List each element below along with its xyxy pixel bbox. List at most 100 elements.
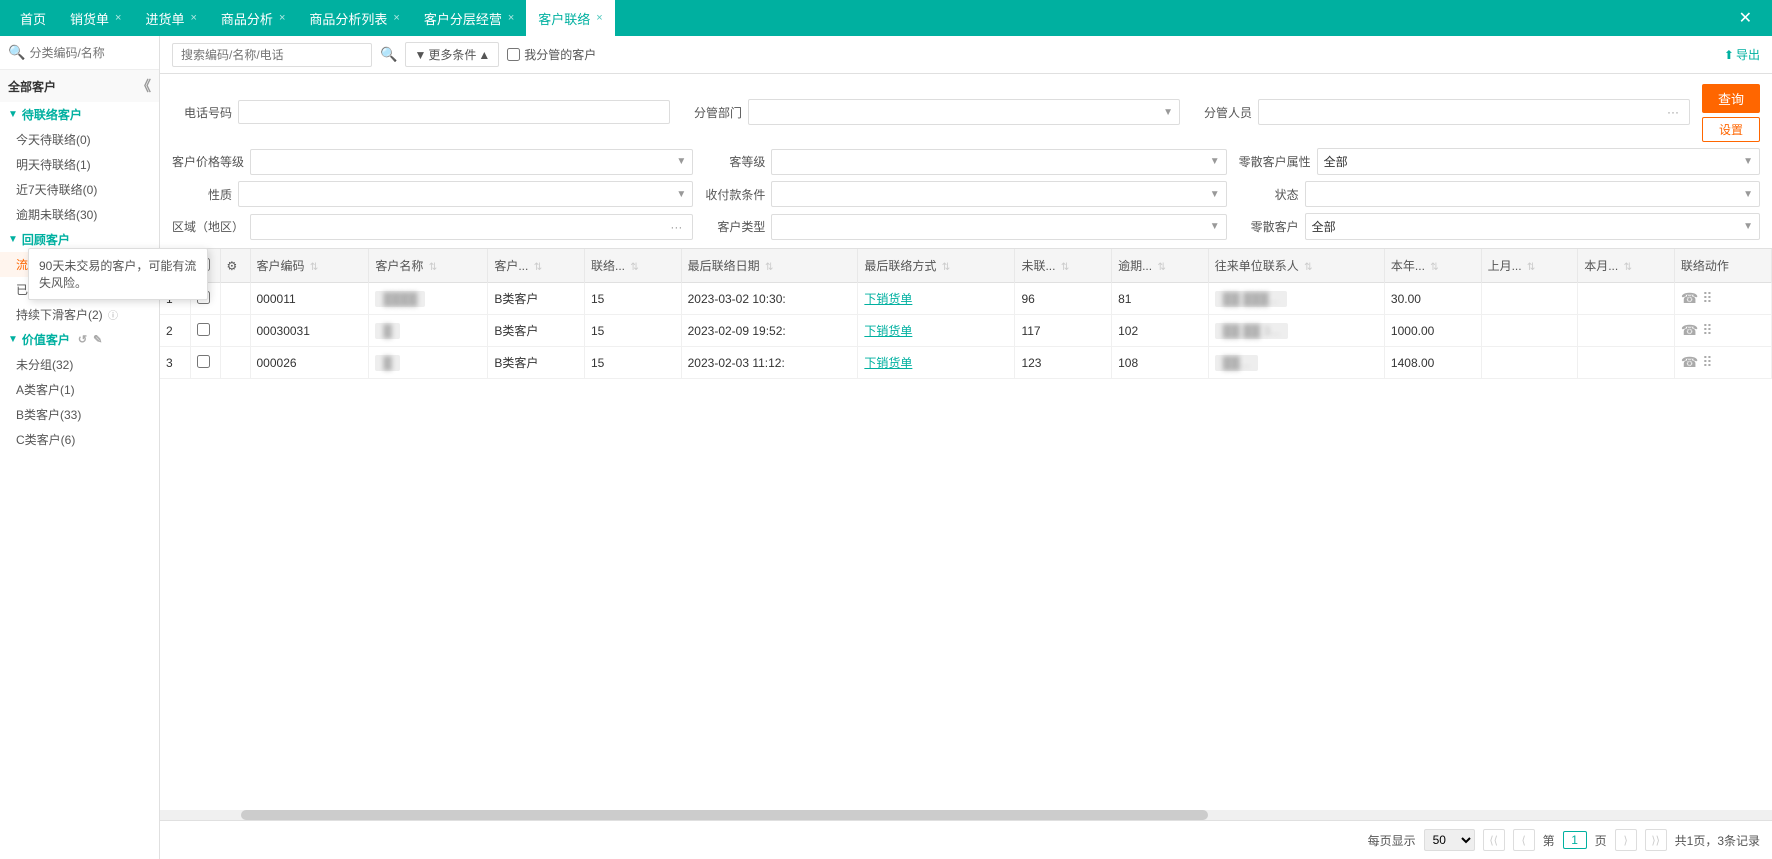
row-checkbox[interactable]: [197, 323, 210, 336]
th-last-contact-date[interactable]: 最后联络日期 ⇅: [681, 249, 858, 283]
sidebar-section-pending[interactable]: ▼ 待联络客户: [0, 102, 159, 127]
sidebar-search-container: 🔍: [0, 36, 159, 70]
person-more-icon[interactable]: ···: [1663, 105, 1683, 119]
last-contact-way-link[interactable]: 下销货单: [864, 292, 912, 306]
zero-sale-attr-chevron-down-icon: ▼: [1743, 156, 1753, 167]
sidebar-item-declining[interactable]: 持续下滑客户(2) ⓘ: [0, 302, 159, 327]
filter-dept-field: 分管部门 ▼: [682, 99, 1180, 125]
customer-level-select[interactable]: ▼: [771, 149, 1226, 175]
nav-home[interactable]: 首页: [8, 0, 58, 36]
nav-sales-order-close[interactable]: ×: [115, 12, 121, 24]
per-page-select[interactable]: 50 100 200: [1424, 829, 1475, 851]
more-action-icon[interactable]: ⠿: [1702, 290, 1712, 307]
export-button[interactable]: ⬆ 导出: [1724, 46, 1760, 63]
nav-customer-contact[interactable]: 客户联络 ×: [526, 0, 614, 36]
th-code[interactable]: 客户编码 ⇅: [250, 249, 369, 283]
nav-product-analysis-list[interactable]: 商品分析列表 ×: [297, 0, 411, 36]
sidebar-item-class-b[interactable]: B类客户(33): [0, 402, 159, 427]
cell-checkbox[interactable]: [190, 347, 220, 379]
my-customers-checkbox-label[interactable]: 我分管的客户: [507, 46, 596, 63]
sidebar-item-today-contact[interactable]: 今天待联络(0): [0, 127, 159, 152]
nav-purchase-order[interactable]: 进货单 ×: [133, 0, 208, 36]
next-page-button[interactable]: ⟩: [1615, 829, 1637, 851]
th-contact[interactable]: 联络... ⇅: [584, 249, 681, 283]
my-customers-checkbox[interactable]: [507, 48, 520, 61]
page-label: 第: [1543, 832, 1555, 849]
price-level-select[interactable]: ▼: [250, 149, 693, 175]
type-sort-icon: ⇅: [534, 262, 542, 273]
zero-sale-attr-select[interactable]: 全部 ▼: [1317, 148, 1760, 175]
th-last-month[interactable]: 上月... ⇅: [1481, 249, 1578, 283]
zero-sale-select[interactable]: 全部 ▼: [1305, 213, 1760, 240]
settings-button[interactable]: 设置: [1702, 117, 1760, 142]
horizontal-scrollbar[interactable]: [160, 810, 1772, 820]
customer-type-select[interactable]: ▼: [771, 214, 1226, 240]
contact-action-icon[interactable]: ☎: [1681, 290, 1698, 307]
zero-sale-label: 零散客户: [1239, 218, 1299, 235]
nav-sales-order[interactable]: 销货单 ×: [58, 0, 133, 36]
more-conditions-button[interactable]: ▼ 更多条件 ▲: [405, 42, 499, 67]
filter-customer-level-field: 客等级 ▼: [705, 149, 1226, 175]
cell-checkbox[interactable]: [190, 315, 220, 347]
last-page-button[interactable]: ⟩⟩: [1645, 829, 1667, 851]
last-contact-way-link[interactable]: 下销货单: [864, 356, 912, 370]
last-contact-way-link[interactable]: 下销货单: [864, 324, 912, 338]
nav-purchase-order-close[interactable]: ×: [190, 12, 196, 24]
query-button[interactable]: 查询: [1702, 84, 1760, 113]
row-checkbox[interactable]: [197, 355, 210, 368]
th-name[interactable]: 客户名称 ⇅: [369, 249, 488, 283]
first-page-button[interactable]: ⟨⟨: [1483, 829, 1505, 851]
th-this-year[interactable]: 本年... ⇅: [1384, 249, 1481, 283]
sidebar-item-tomorrow-contact[interactable]: 明天待联络(1): [0, 152, 159, 177]
region-more-icon[interactable]: ···: [666, 220, 686, 234]
nav-customer-segment[interactable]: 客户分层经营 ×: [412, 0, 526, 36]
value-arrow-icon: ▼: [8, 334, 18, 345]
nav-customer-segment-close[interactable]: ×: [508, 12, 514, 24]
nav-customer-contact-close[interactable]: ×: [596, 12, 602, 24]
horizontal-scroll-thumb[interactable]: [241, 810, 1208, 820]
phone-input[interactable]: [238, 100, 670, 124]
total-records: 共1页，3条记录: [1675, 832, 1760, 849]
more-action-icon[interactable]: ⠿: [1702, 354, 1712, 371]
th-settings[interactable]: ⚙: [220, 249, 250, 283]
value-refresh-icon[interactable]: ↺: [78, 333, 87, 346]
dept-select[interactable]: ▼: [748, 99, 1180, 125]
page-suffix: 页: [1595, 832, 1607, 849]
th-overdue[interactable]: 逾期... ⇅: [1112, 249, 1209, 283]
region-select[interactable]: ···: [250, 214, 693, 240]
table-row: 1 000011 ████ B类客户 15 2023-03-02 10:30: …: [160, 283, 1772, 315]
value-edit-icon[interactable]: ✎: [93, 333, 102, 346]
payment-chevron-down-icon: ▼: [1210, 189, 1220, 200]
payment-select[interactable]: ▼: [771, 181, 1226, 207]
sidebar-item-ungroup[interactable]: 未分组(32): [0, 352, 159, 377]
prev-page-button[interactable]: ⟨: [1513, 829, 1535, 851]
dept-label: 分管部门: [682, 104, 742, 121]
sidebar-item-class-a[interactable]: A类客户(1): [0, 377, 159, 402]
nav-product-analysis-list-close[interactable]: ×: [393, 12, 399, 24]
contact-action-icon[interactable]: ☎: [1681, 322, 1698, 339]
sidebar-item-overdue-contact[interactable]: 逾期未联络(30): [0, 202, 159, 227]
contact-action-icon[interactable]: ☎: [1681, 354, 1698, 371]
th-last-contact-way[interactable]: 最后联络方式 ⇅: [858, 249, 1015, 283]
nav-product-analysis-close[interactable]: ×: [279, 12, 285, 24]
sidebar-item-7days-contact[interactable]: 近7天待联络(0): [0, 177, 159, 202]
th-type[interactable]: 客户... ⇅: [488, 249, 585, 283]
nav-product-analysis[interactable]: 商品分析 ×: [209, 0, 297, 36]
filter-search-icon[interactable]: 🔍: [380, 46, 397, 63]
th-unit-contact[interactable]: 往来单位联系人 ⇅: [1208, 249, 1384, 283]
more-action-icon[interactable]: ⠿: [1702, 322, 1712, 339]
sidebar-all-customers-header[interactable]: 全部客户 《: [0, 70, 159, 102]
cell-this-year: 1000.00: [1384, 315, 1481, 347]
person-select[interactable]: ···: [1258, 99, 1690, 125]
th-this-month[interactable]: 本月... ⇅: [1578, 249, 1675, 283]
window-close-button[interactable]: ✕: [1727, 0, 1764, 36]
th-uncontact[interactable]: 未联... ⇅: [1015, 249, 1112, 283]
filter-zero-sale-attr-field: 零散客户属性 全部 ▼: [1239, 148, 1760, 175]
filter-row-1: 电话号码 分管部门 ▼ 分管人员 ···: [172, 82, 1760, 142]
search-input[interactable]: [172, 43, 372, 67]
gender-select[interactable]: ▼: [238, 181, 693, 207]
sidebar-item-class-c[interactable]: C类客户(6): [0, 427, 159, 452]
sidebar-section-value[interactable]: ▼ 价值客户 ↺ ✎: [0, 327, 159, 352]
sidebar-search-input[interactable]: [29, 46, 160, 60]
status-select[interactable]: ▼: [1305, 181, 1760, 207]
